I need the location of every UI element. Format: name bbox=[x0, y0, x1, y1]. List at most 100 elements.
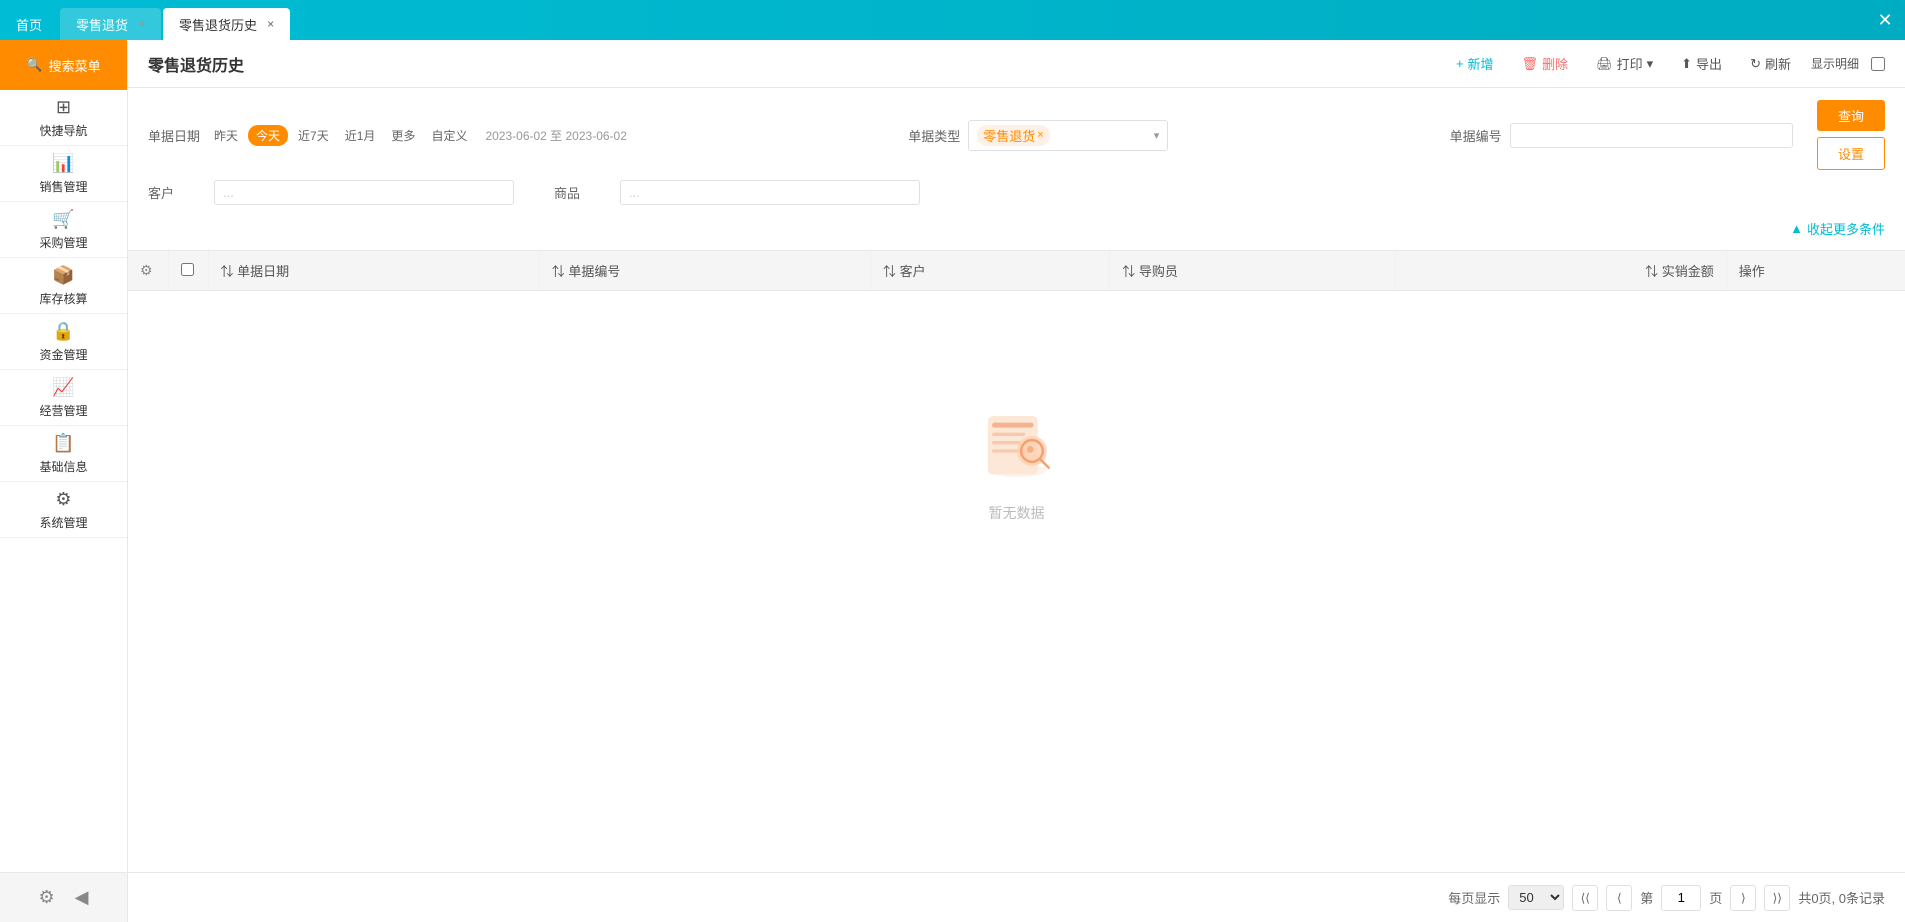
page-last-button[interactable]: ⟩⟩ bbox=[1764, 885, 1790, 911]
tab-retail-return-close[interactable]: × bbox=[138, 17, 145, 31]
content-area: 零售退货历史 + 新增 🗑 删除 🖨 打印 ▾ ⬆ 导出 bbox=[128, 40, 1905, 922]
collapse-up-icon: ▲ bbox=[1790, 221, 1803, 236]
sidebar-item-finance-label: 资金管理 bbox=[39, 346, 87, 363]
page-unit-label: 页 bbox=[1709, 888, 1722, 907]
empty-text: 暂无数据 bbox=[989, 503, 1045, 523]
page-first-button[interactable]: ⟨⟨ bbox=[1572, 885, 1598, 911]
sidebar-item-sales-label: 销售管理 bbox=[39, 178, 87, 195]
customer-placeholder: ... bbox=[223, 185, 234, 200]
page-label: 第 bbox=[1640, 888, 1653, 907]
customer-filter-label: 客户 bbox=[148, 183, 174, 202]
per-page-select[interactable]: 50 100 200 bbox=[1508, 885, 1564, 910]
table-header: ⚙ ⇅ 单据日期 ⇅ 单据编号 ⇅ 客户 bbox=[128, 251, 1905, 291]
voucher-filter-label: 单据编号 bbox=[1450, 126, 1502, 145]
print-icon: 🖨 bbox=[1596, 56, 1613, 72]
set-button[interactable]: 设置 bbox=[1817, 137, 1885, 170]
query-button[interactable]: 查询 bbox=[1817, 100, 1885, 131]
top-bar: 首页 零售退货 × 零售退货历史 × ✕ bbox=[0, 0, 1905, 40]
collapse-footer-icon[interactable]: ◀ bbox=[75, 887, 89, 908]
print-button[interactable]: 🖨 打印 ▾ bbox=[1588, 50, 1661, 77]
type-select[interactable]: 零售退货 × ▾ bbox=[968, 120, 1168, 151]
type-filter-label: 单据类型 bbox=[908, 126, 960, 145]
th-action-label: 操作 bbox=[1739, 264, 1765, 279]
sidebar-item-purchase[interactable]: 🛒 采购管理 bbox=[0, 202, 127, 258]
sidebar-item-business[interactable]: 📈 经营管理 bbox=[0, 370, 127, 426]
table-area: ⚙ ⇅ 单据日期 ⇅ 单据编号 ⇅ 客户 bbox=[128, 251, 1905, 872]
date-btn-7days[interactable]: 近7天 bbox=[292, 125, 335, 146]
tab-retail-return-history-close[interactable]: × bbox=[267, 17, 274, 31]
sidebar-footer: ⚙ ◀ bbox=[0, 872, 127, 922]
header-actions: + 新增 🗑 删除 🖨 打印 ▾ ⬆ 导出 ↻ 刷新 bbox=[1448, 50, 1885, 77]
th-customer-label: ⇅ 客户 bbox=[883, 264, 926, 279]
tab-list: 首页 零售退货 × 零售退货历史 × bbox=[0, 0, 1865, 40]
page-next-button[interactable]: ⟩ bbox=[1730, 885, 1756, 911]
sidebar-item-sales[interactable]: 📊 销售管理 bbox=[0, 146, 127, 202]
sidebar-search[interactable]: 🔍 搜索菜单 bbox=[0, 40, 127, 90]
th-checkbox bbox=[168, 251, 208, 291]
collapse-row: ▲ 收起更多条件 bbox=[148, 215, 1885, 242]
new-icon: + bbox=[1456, 56, 1464, 71]
tab-home[interactable]: 首页 bbox=[0, 8, 58, 40]
th-customer: ⇅ 客户 bbox=[871, 251, 1110, 291]
delete-button[interactable]: 🗑 删除 bbox=[1514, 50, 1577, 77]
voucher-input[interactable] bbox=[1510, 123, 1793, 148]
date-btn-custom[interactable]: 自定义 bbox=[425, 125, 473, 146]
per-page-label: 每页显示 bbox=[1448, 888, 1500, 907]
th-action: 操作 bbox=[1726, 251, 1905, 291]
date-btn-1month[interactable]: 近1月 bbox=[339, 125, 382, 146]
sidebar-item-purchase-label: 采购管理 bbox=[39, 234, 87, 251]
customer-input[interactable]: ... bbox=[214, 180, 514, 205]
sales-icon: 📊 bbox=[52, 153, 74, 174]
refresh-button[interactable]: ↻ 刷新 bbox=[1742, 50, 1799, 77]
type-tag: 零售退货 × bbox=[977, 125, 1049, 146]
date-range-display: 2023-06-02 至 2023-06-02 bbox=[485, 127, 626, 144]
tab-retail-return-history-label: 零售退货历史 bbox=[179, 15, 257, 34]
settings-footer-icon[interactable]: ⚙ bbox=[39, 887, 55, 908]
th-number-label: ⇅ 单据编号 bbox=[552, 264, 621, 279]
empty-illustration bbox=[967, 391, 1067, 491]
sidebar-item-finance[interactable]: 🔒 资金管理 bbox=[0, 314, 127, 370]
new-label: 新增 bbox=[1468, 54, 1494, 73]
sidebar-item-system[interactable]: ⚙ 系统管理 bbox=[0, 482, 127, 538]
sidebar-item-business-label: 经营管理 bbox=[39, 402, 87, 419]
collapse-label: 收起更多条件 bbox=[1807, 219, 1885, 238]
table-settings-icon[interactable]: ⚙ bbox=[140, 262, 153, 278]
date-btn-yesterday[interactable]: 昨天 bbox=[208, 125, 244, 146]
page-prev-button[interactable]: ⟨ bbox=[1606, 885, 1632, 911]
business-icon: 📈 bbox=[52, 377, 74, 398]
sidebar-item-inventory[interactable]: 📦 库存核算 bbox=[0, 258, 127, 314]
sidebar-item-inventory-label: 库存核算 bbox=[39, 290, 87, 307]
quick-nav-icon: ⊞ bbox=[56, 97, 71, 118]
sidebar-item-basic-info[interactable]: 📋 基础信息 bbox=[0, 426, 127, 482]
sidebar-item-quick-nav[interactable]: ⊞ 快捷导航 bbox=[0, 90, 127, 146]
search-icon: 🔍 bbox=[26, 57, 42, 73]
th-date: ⇅ 单据日期 bbox=[208, 251, 539, 291]
page-header: 零售退货历史 + 新增 🗑 删除 🖨 打印 ▾ ⬆ 导出 bbox=[128, 40, 1905, 88]
data-table: ⚙ ⇅ 单据日期 ⇅ 单据编号 ⇅ 客户 bbox=[128, 251, 1905, 583]
finance-icon: 🔒 bbox=[52, 321, 74, 342]
filter-row-1: 单据日期 昨天 今天 近7天 近1月 更多 自定义 2023-06-02 至 2… bbox=[148, 100, 1885, 170]
delete-label: 删除 bbox=[1542, 54, 1568, 73]
filter-row-2: 客户 ... 商品 ... bbox=[148, 180, 1885, 205]
inventory-icon: 📦 bbox=[52, 265, 74, 286]
new-button[interactable]: + 新增 bbox=[1448, 50, 1502, 77]
window-close-button[interactable]: ✕ bbox=[1865, 0, 1905, 40]
date-btn-more[interactable]: 更多 bbox=[385, 125, 421, 146]
show-detail-checkbox[interactable] bbox=[1871, 57, 1885, 71]
goods-input[interactable]: ... bbox=[620, 180, 920, 205]
empty-state: 暂无数据 bbox=[128, 291, 1905, 583]
tab-retail-return-label: 零售退货 bbox=[76, 15, 128, 34]
type-tag-close-icon[interactable]: × bbox=[1037, 129, 1043, 141]
th-date-label: ⇅ 单据日期 bbox=[221, 264, 290, 279]
tab-retail-return[interactable]: 零售退货 × bbox=[60, 8, 161, 40]
goods-filter-label: 商品 bbox=[554, 183, 580, 202]
date-filter-label: 单据日期 bbox=[148, 126, 200, 145]
collapse-button[interactable]: ▲ 收起更多条件 bbox=[1790, 219, 1885, 238]
page-number-input[interactable]: 1 bbox=[1661, 885, 1701, 911]
date-btn-today[interactable]: 今天 bbox=[248, 125, 288, 146]
tab-retail-return-history[interactable]: 零售退货历史 × bbox=[163, 8, 290, 40]
sidebar: 🔍 搜索菜单 ⊞ 快捷导航 📊 销售管理 🛒 采购管理 📦 库存核算 🔒 资金管… bbox=[0, 40, 128, 922]
filter-area: 单据日期 昨天 今天 近7天 近1月 更多 自定义 2023-06-02 至 2… bbox=[128, 88, 1905, 251]
select-all-checkbox[interactable] bbox=[181, 263, 194, 276]
export-button[interactable]: ⬆ 导出 bbox=[1673, 50, 1730, 77]
